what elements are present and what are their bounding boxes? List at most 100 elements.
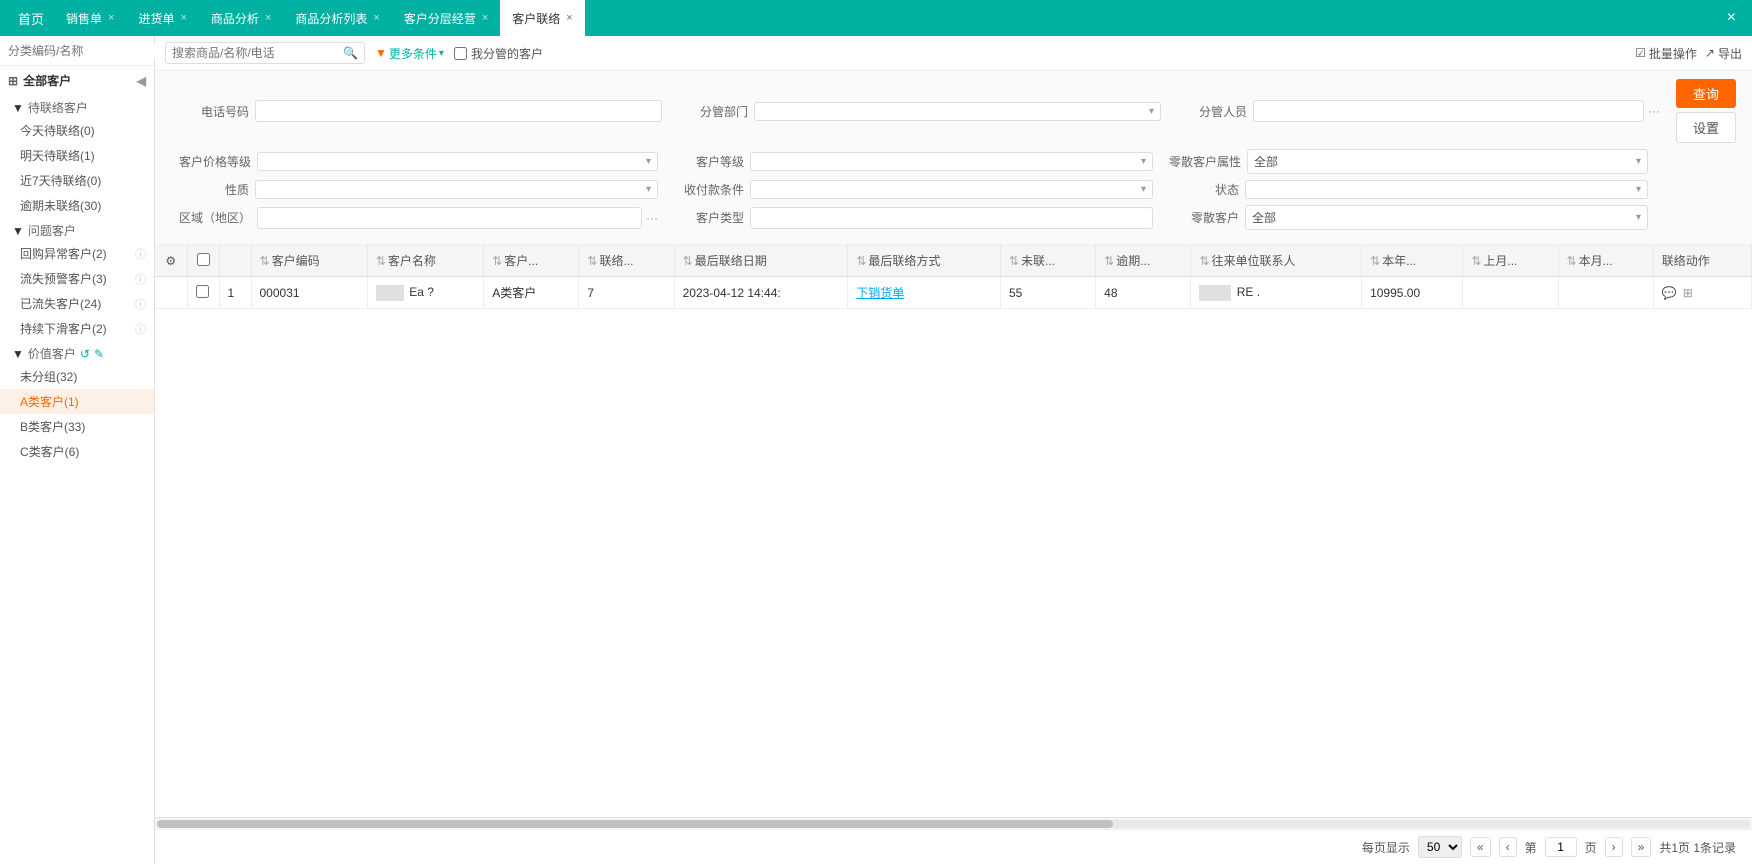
page-of-label: 页 [1585,839,1597,856]
region-input[interactable] [257,207,642,229]
prev-page-button[interactable]: ‹ [1499,837,1517,857]
status-label: 状态 [1169,181,1239,198]
main-search-icon[interactable]: 🔍 [343,46,358,60]
nature-select[interactable]: ▾ [255,180,658,199]
tab-purchase[interactable]: 进货单 × [126,0,198,36]
next-page-button[interactable]: › [1605,837,1623,857]
status-select[interactable]: ▾ [1245,180,1648,199]
retail-attr-select[interactable]: 全部 ▾ [1247,149,1648,174]
dept-select[interactable]: ▾ [754,102,1161,121]
sidebar-item-churned[interactable]: 已流失客户(24) ⓘ [0,291,154,316]
cust-type-label: 客户类型 [674,209,744,226]
th-no-contact: ⇅ 未联... [1000,245,1095,277]
sidebar-item-declining[interactable]: 持续下滑客户(2) ⓘ [0,316,154,341]
query-button[interactable]: 查询 [1676,79,1736,108]
close-purchase-tab[interactable]: × [180,12,186,24]
sort-icon-this-year: ⇅ [1370,254,1380,268]
filter-cell-cust-type: 客户类型 [666,207,1161,229]
cust-type-input[interactable] [750,207,1153,229]
th-this-year: ⇅ 本年... [1362,245,1463,277]
th-unit-contact: ⇅ 往来单位联系人 [1191,245,1362,277]
row-checkbox[interactable] [196,285,209,298]
td-last-method[interactable]: 下销货单 [848,277,1001,309]
tab-analysis[interactable]: 商品分析 × [199,0,283,36]
tab-customer-mgmt[interactable]: 客户分层经营 × [392,0,500,36]
td-action: 💬 ⊞ [1653,277,1751,309]
price-grade-select[interactable]: ▾ [257,152,658,171]
refresh-icon[interactable]: ↺ [80,347,90,361]
sidebar-item-c-class[interactable]: C类客户(6) [0,439,154,464]
retail-select[interactable]: 全部 ▾ [1245,205,1648,230]
filter-cell-nature: 性质 ▾ [171,180,666,199]
problem-group-label[interactable]: ▼ 问题客户 [0,218,154,241]
payment-select[interactable]: ▾ [750,180,1153,199]
scrollbar-thumb[interactable] [157,820,1113,828]
last-method-link[interactable]: 下销货单 [856,286,904,300]
my-customer-checkbox[interactable]: 我分管的客户 [454,45,543,62]
retail-attr-label: 零散客户属性 [1169,153,1241,170]
bulk-op-button[interactable]: ☑ 批量操作 [1635,45,1697,62]
export-button[interactable]: ↗ 导出 [1705,45,1742,62]
data-table-container: ⚙ ⇅ 客户编码 [155,245,1752,817]
message-action-icon[interactable]: 💬 [1662,286,1677,300]
main-search-input[interactable] [172,46,343,60]
tab-sales[interactable]: 销售单 × [54,0,126,36]
retail-chevron-icon: ▾ [1636,212,1641,223]
close-analysis-tab[interactable]: × [265,12,271,24]
close-customer-mgmt-tab[interactable]: × [482,12,488,24]
qr-action-icon[interactable]: ⊞ [1683,286,1693,300]
all-customers-header[interactable]: ⊞ 全部客户 ◀ [0,66,154,95]
sidebar-item-b-class[interactable]: B类客户(33) [0,414,154,439]
edit-icon[interactable]: ✎ [94,347,104,361]
th-contact: ⇅ 联络... [579,245,674,277]
sidebar-search-input[interactable] [8,44,163,58]
sidebar-item-today[interactable]: 今天待联络(0) [0,118,154,143]
close-customer-contact-tab[interactable]: × [566,12,572,24]
pending-group-label[interactable]: ▼ 待联络客户 [0,95,154,118]
total-records-label: 共1页 1条记录 [1659,839,1736,856]
page-number-input[interactable] [1545,837,1577,857]
th-check [187,245,219,277]
scrollbar-track[interactable] [157,820,1750,828]
triangle-icon-3: ▼ [12,347,24,361]
region-dots-icon[interactable]: ··· [646,211,658,225]
window-close-button[interactable]: × [1719,9,1744,27]
filter-cell-status: 状态 ▾ [1161,180,1656,199]
settings-button[interactable]: 设置 [1676,112,1736,143]
top-navigation: 首页 销售单 × 进货单 × 商品分析 × 商品分析列表 × 客户分层经营 × … [0,0,1752,36]
person-input[interactable] [1253,100,1644,122]
close-analysis-list-tab[interactable]: × [373,12,379,24]
td-last-date: 2023-04-12 14:44: [674,277,848,309]
home-tab[interactable]: 首页 [8,0,54,36]
sidebar-item-churn-warning[interactable]: 流失预警客户(3) ⓘ [0,266,154,291]
sidebar-item-unclassified[interactable]: 未分组(32) [0,364,154,389]
th-gear[interactable]: ⚙ [155,245,187,277]
phone-input[interactable] [255,100,662,122]
close-sales-tab[interactable]: × [108,12,114,24]
filter-icon: ▼ [375,46,387,60]
tab-analysis-list[interactable]: 商品分析列表 × [283,0,391,36]
my-customer-check[interactable] [454,47,467,60]
value-group-label[interactable]: ▼ 价值客户 ↺ ✎ [0,341,154,364]
status-chevron-icon: ▾ [1636,184,1641,195]
sidebar-item-a-class[interactable]: A类客户(1) [0,389,154,414]
per-page-select[interactable]: 50 [1418,836,1462,858]
horizontal-scrollbar[interactable] [155,817,1752,829]
person-dots-icon[interactable]: ··· [1648,104,1660,118]
person-label: 分管人员 [1177,103,1247,120]
filter-cell-retail-attr: 零散客户属性 全部 ▾ [1161,149,1656,174]
gear-icon[interactable]: ⚙ [165,254,176,268]
grid-icon: ⊞ [8,74,18,88]
first-page-button[interactable]: « [1470,837,1491,857]
sidebar-item-7days[interactable]: 近7天待联络(0) [0,168,154,193]
sidebar-item-overdue[interactable]: 逾期未联络(30) [0,193,154,218]
sidebar-item-repurchase[interactable]: 回购异常客户(2) ⓘ [0,241,154,266]
cust-grade-select[interactable]: ▾ [750,152,1153,171]
select-all-checkbox[interactable] [197,253,210,266]
last-page-button[interactable]: » [1631,837,1652,857]
sort-icon-overdue: ⇅ [1104,254,1114,268]
th-code: ⇅ 客户编码 [251,245,367,277]
more-filter-button[interactable]: ▼ 更多条件 ▾ [375,45,444,62]
sidebar-item-tomorrow[interactable]: 明天待联络(1) [0,143,154,168]
tab-customer-contact[interactable]: 客户联络 × [500,0,584,36]
